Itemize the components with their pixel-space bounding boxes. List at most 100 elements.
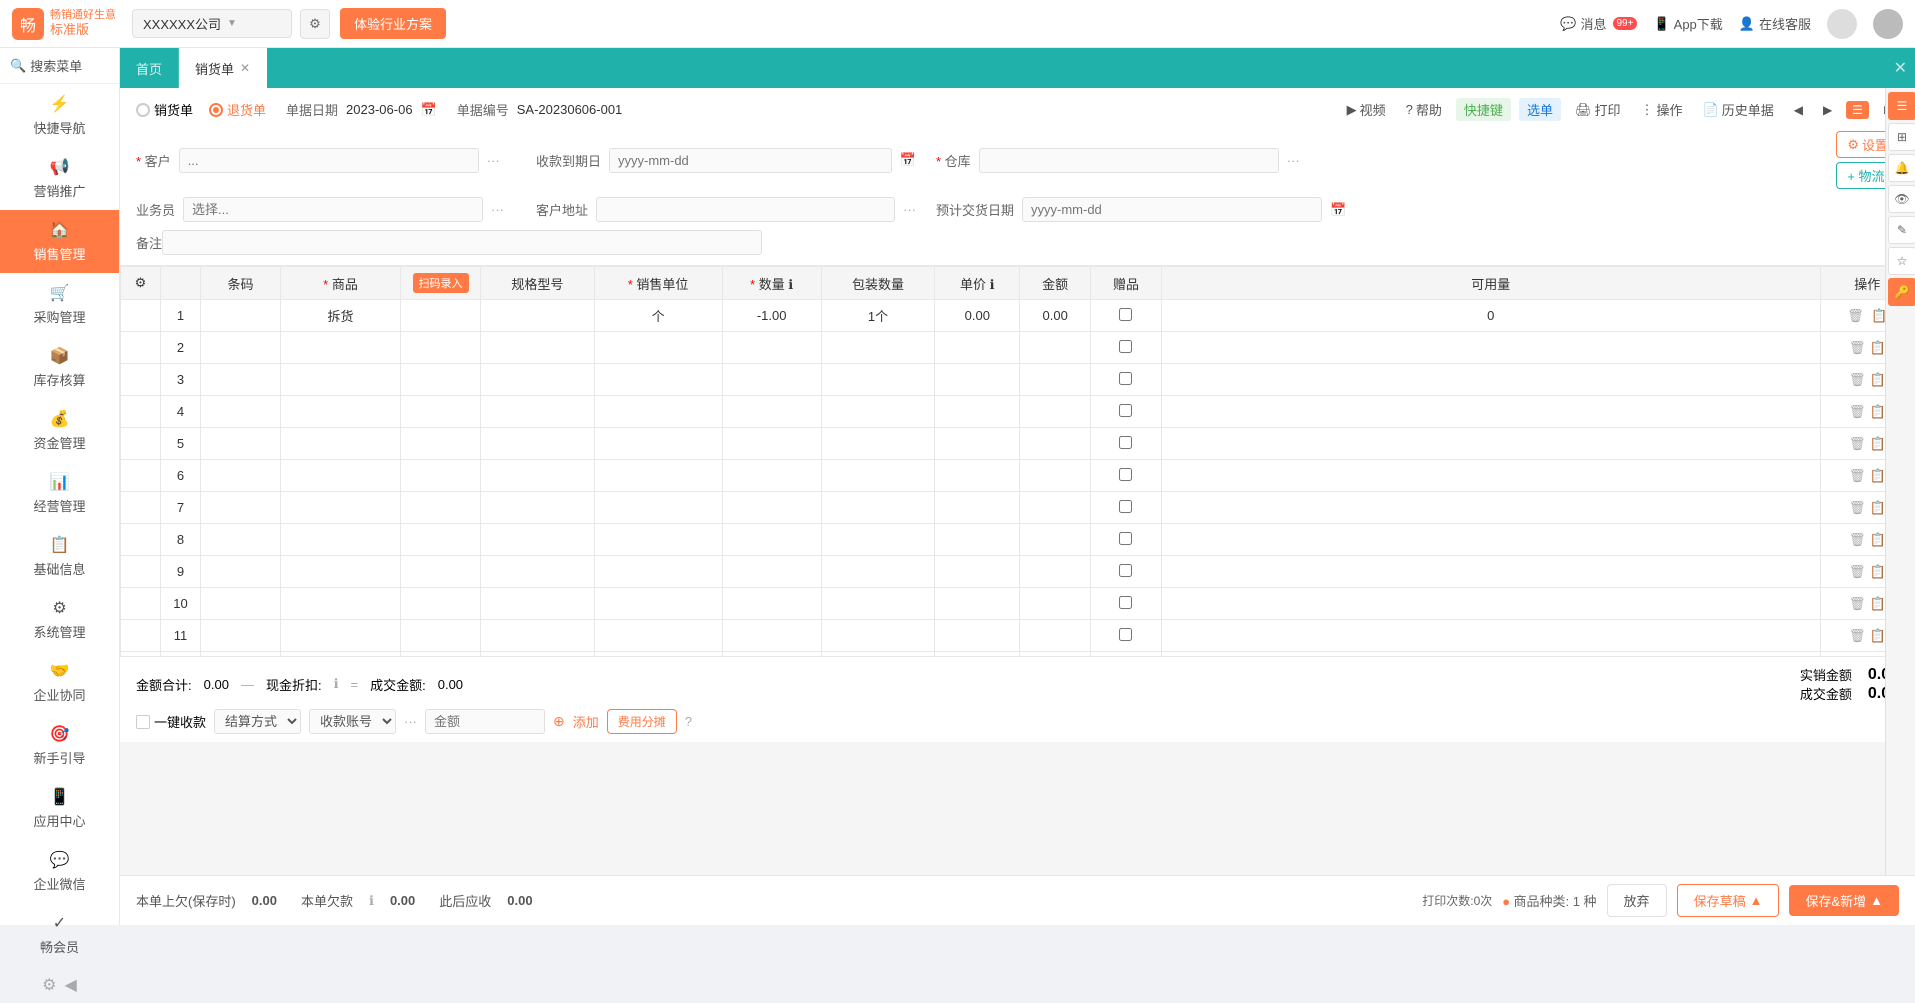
gift-checkbox[interactable] (1119, 436, 1132, 449)
sidebar-item-system[interactable]: ⚙ 系统管理 (0, 588, 119, 651)
sales-order-radio[interactable]: 销货单 (136, 100, 193, 119)
tab-close-icon[interactable]: ✕ (240, 61, 250, 75)
salesperson-input[interactable] (183, 197, 483, 222)
right-panel-list-btn[interactable]: ☰ (1888, 92, 1915, 120)
th-settings[interactable]: ⚙ (121, 267, 161, 300)
due-date-input[interactable] (609, 148, 892, 173)
right-panel-bell-btn[interactable]: 🔔 (1888, 154, 1915, 182)
gift-checkbox[interactable] (1119, 596, 1132, 609)
gift-checkbox[interactable] (1119, 340, 1132, 353)
calc-method-select[interactable]: 结算方式 (214, 709, 301, 734)
due-date-calendar-icon[interactable]: 📅 (900, 152, 916, 168)
help-btn[interactable]: ? 帮助 (1400, 98, 1448, 121)
gift-checkbox[interactable] (1119, 404, 1132, 417)
delete-icon[interactable]: 🗑 (1849, 500, 1866, 515)
print-btn[interactable]: 🖨 打印 (1569, 98, 1627, 121)
gift-checkbox[interactable] (1119, 628, 1132, 641)
cell-product[interactable]: 拆货 (281, 300, 401, 332)
user-avatar[interactable] (1827, 9, 1857, 39)
th-scan[interactable]: 扫码录入 (401, 267, 481, 300)
customer-input[interactable] (179, 148, 479, 173)
user-avatar-2[interactable] (1873, 9, 1903, 39)
copy-icon[interactable]: 📋 (1869, 564, 1885, 579)
add-icon[interactable]: ⊕ (553, 713, 565, 730)
sidebar-search[interactable]: 🔍 搜索菜单 (0, 48, 119, 84)
cell-barcode[interactable] (201, 300, 281, 332)
delete-icon[interactable]: 🗑 (1849, 404, 1866, 419)
sidebar-item-quick-nav[interactable]: ⚡ 快捷导航 (0, 84, 119, 147)
gift-checkbox[interactable] (1119, 500, 1132, 513)
action-btn[interactable]: ⋮ 操作 (1634, 98, 1688, 121)
list-view-btn[interactable]: ☰ (1846, 101, 1869, 119)
gift-checkbox[interactable] (1119, 308, 1132, 321)
cell-unit[interactable]: 个 (594, 300, 722, 332)
sidebar-collapse-btn[interactable]: ◀ (65, 975, 77, 995)
right-panel-eye-btn[interactable]: 👁 (1888, 185, 1915, 213)
sidebar-item-operations[interactable]: 📊 经营管理 (0, 462, 119, 525)
customer-dots[interactable]: ··· (487, 153, 500, 168)
cell-spec[interactable] (481, 300, 595, 332)
sidebar-item-guide[interactable]: 🎯 新手引导 (0, 714, 119, 777)
message-button[interactable]: 💬 消息 99+ (1560, 14, 1637, 33)
cell-amount[interactable]: 0.00 (1020, 300, 1091, 332)
gift-checkbox[interactable] (1119, 468, 1132, 481)
warehouse-input[interactable]: 建材仓 (979, 148, 1279, 173)
sidebar-item-inventory[interactable]: 📦 库存核算 (0, 336, 119, 399)
delete-icon[interactable]: 🗑 (1849, 564, 1866, 579)
copy-icon[interactable]: 📋 (1869, 628, 1885, 643)
history-btn[interactable]: 📄 历史单据 (1697, 98, 1780, 121)
warehouse-dots[interactable]: ··· (1287, 153, 1300, 168)
one-click-payment-checkbox[interactable]: 一键收款 (136, 712, 206, 731)
sidebar-item-apps[interactable]: 📱 应用中心 (0, 777, 119, 840)
delete-icon[interactable]: 🗑 (1849, 596, 1866, 611)
return-order-radio[interactable]: 退货单 (209, 100, 266, 119)
delete-icon[interactable]: 🗑 (1849, 532, 1866, 547)
tab-sales-order[interactable]: 销货单 ✕ (179, 48, 267, 88)
cell-gift[interactable] (1091, 300, 1162, 332)
delete-icon[interactable]: 🗑 (1849, 468, 1866, 483)
address-dots[interactable]: ··· (903, 202, 916, 217)
copy-icon[interactable]: 📋 (1869, 468, 1885, 483)
copy-icon[interactable]: 📋 (1869, 532, 1885, 547)
save-new-button[interactable]: 保存&新增 ▲ (1789, 885, 1899, 916)
salesperson-dots[interactable]: ··· (491, 202, 504, 217)
video-btn[interactable]: ▶ 视频 (1341, 98, 1392, 121)
sidebar-item-wechat[interactable]: 💬 企业微信 (0, 840, 119, 903)
shortcut-btn[interactable]: 快捷键 (1456, 98, 1511, 121)
cell-unit-price[interactable]: 0.00 (935, 300, 1020, 332)
expense-split-button[interactable]: 费用分摊 (607, 709, 677, 734)
account-select[interactable]: 收款账号 (309, 709, 396, 734)
copy-icon[interactable]: 📋 (1869, 436, 1885, 451)
right-panel-grid-btn[interactable]: ⊞ (1888, 123, 1915, 151)
remarks-input[interactable] (162, 230, 762, 255)
delete-icon[interactable]: 🗑 (1849, 628, 1866, 643)
abandon-button[interactable]: 放弃 (1607, 884, 1667, 917)
copy-icon[interactable]: 📋 (1869, 340, 1885, 355)
sidebar-item-basic[interactable]: 📋 基础信息 (0, 525, 119, 588)
sidebar-settings-btn[interactable]: ⚙ (42, 975, 56, 995)
sidebar-item-finance[interactable]: 💰 资金管理 (0, 399, 119, 462)
right-panel-star-btn[interactable]: ☆ (1888, 247, 1915, 275)
app-download-button[interactable]: 📱 App下载 (1653, 14, 1722, 33)
delete-icon[interactable]: 🗑 (1849, 340, 1866, 355)
trial-button[interactable]: 体验行业方案 (340, 8, 446, 39)
tab-home[interactable]: 首页 (120, 48, 179, 88)
copy-icon[interactable]: 📋 (1869, 404, 1885, 419)
online-service-button[interactable]: 👤 在线客服 (1739, 14, 1811, 33)
prev-btn[interactable]: ◀ (1788, 101, 1809, 119)
company-selector[interactable]: XXXXXX公司 ▼ (132, 9, 292, 38)
copy-icon[interactable]: 📋 (1869, 500, 1885, 515)
delivery-input[interactable] (1022, 197, 1322, 222)
right-panel-fav-btn[interactable]: 🔑 (1888, 278, 1915, 306)
delete-icon[interactable]: 🗑 (1849, 372, 1866, 387)
sidebar-item-member[interactable]: ✓ 畅会员 (0, 903, 119, 966)
sidebar-item-collab[interactable]: 🤝 企业协同 (0, 651, 119, 714)
address-input[interactable] (596, 197, 895, 222)
cell-pack-qty[interactable]: 1个 (821, 300, 935, 332)
cell-qty[interactable]: -1.00 (722, 300, 821, 332)
payment-checkbox[interactable] (136, 715, 150, 729)
gift-checkbox[interactable] (1119, 564, 1132, 577)
right-panel-edit-btn[interactable]: ✎ (1888, 216, 1915, 244)
gift-checkbox[interactable] (1119, 532, 1132, 545)
account-dots[interactable]: ··· (404, 714, 417, 729)
